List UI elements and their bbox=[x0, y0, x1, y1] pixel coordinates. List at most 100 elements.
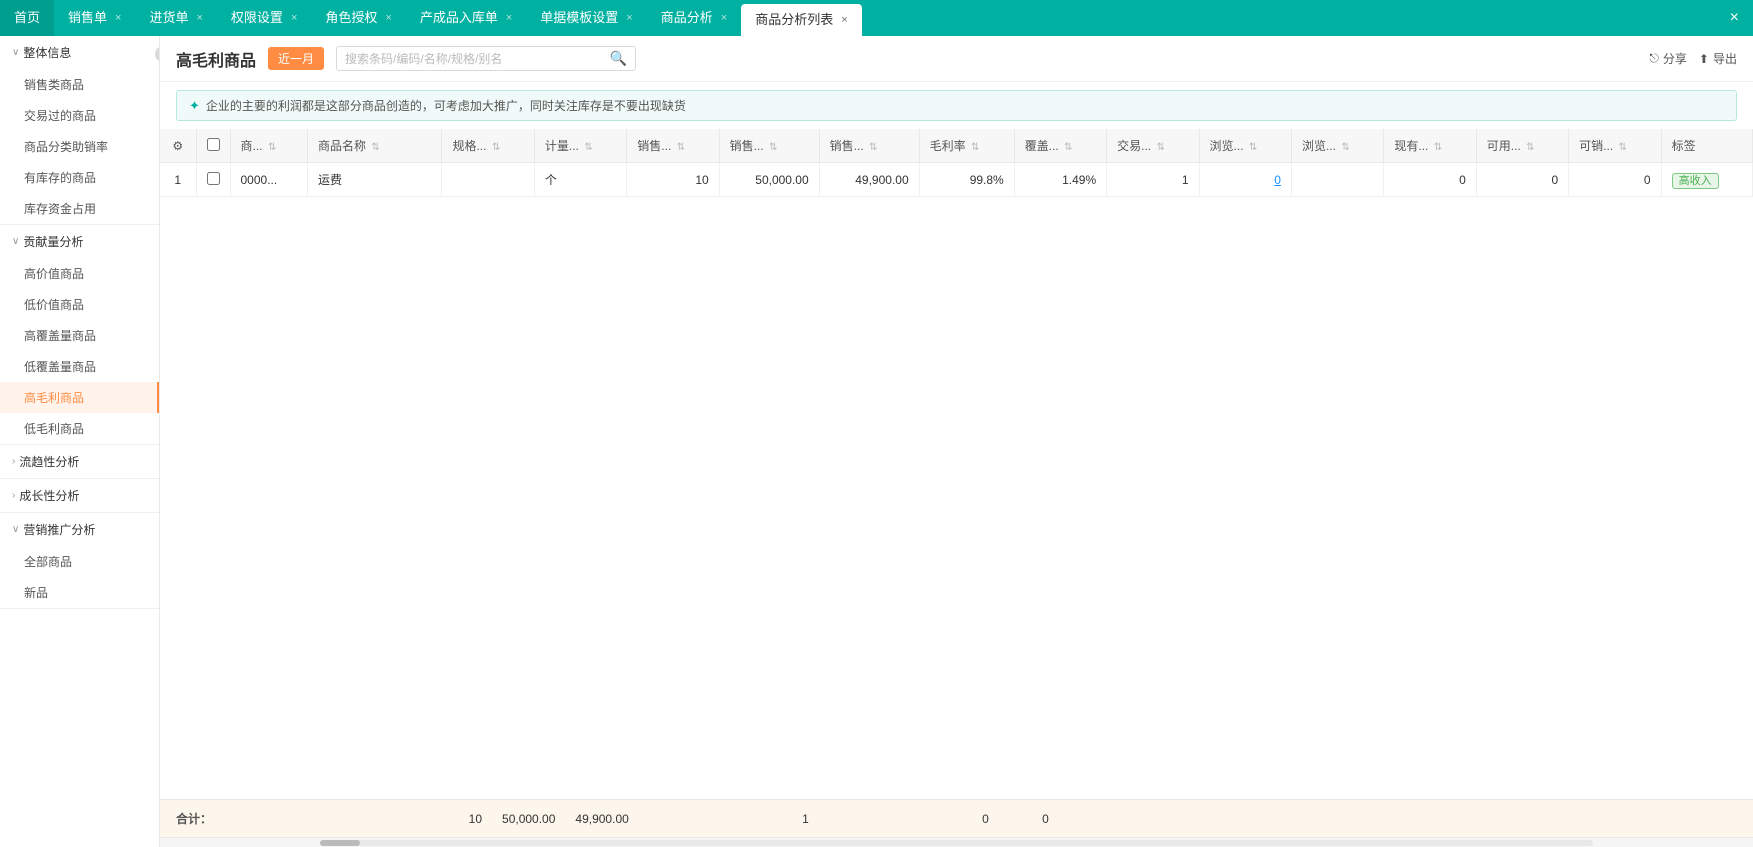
sort-icon-name: ⇅ bbox=[371, 142, 379, 153]
search-icon[interactable]: 🔍 bbox=[610, 50, 627, 67]
header-actions: ⎋ 分享 ⬆ 导出 bbox=[1649, 50, 1737, 67]
share-button[interactable]: ⎋ 分享 bbox=[1649, 50, 1687, 67]
sidebar-group-overall: ∨ 整体信息 销售类商品 交易过的商品 商品分类助销率 有库存的商品 库存资金占… bbox=[0, 36, 159, 225]
sidebar-group-trend: › 流趋性分析 bbox=[0, 445, 159, 479]
time-filter-button[interactable]: 近一月 bbox=[268, 47, 324, 70]
sidebar-group-header-contribution[interactable]: ∨ 贡献量分析 bbox=[0, 225, 159, 258]
sidebar-group-header-marketing[interactable]: ∨ 营销推广分析 bbox=[0, 513, 159, 546]
col-trade-count[interactable]: 交易... ⇅ bbox=[1107, 129, 1199, 163]
table-container[interactable]: ⚙ 商... ⇅ 商品名称 ⇅ bbox=[160, 129, 1753, 799]
nav-close-permissions[interactable]: × bbox=[291, 0, 297, 36]
nav-close-sales[interactable]: × bbox=[115, 0, 121, 36]
cell-browse2 bbox=[1291, 163, 1383, 197]
nav-item-permissions[interactable]: 权限设置 × bbox=[217, 0, 311, 36]
sidebar-item-low-value[interactable]: 低价值商品 bbox=[0, 289, 159, 320]
col-coverage[interactable]: 覆盖... ⇅ bbox=[1014, 129, 1106, 163]
nav-close-production[interactable]: × bbox=[506, 0, 512, 36]
col-tag[interactable]: 标签 bbox=[1661, 129, 1752, 163]
sidebar-item-high-value[interactable]: 高价值商品 bbox=[0, 258, 159, 289]
nav-close-analysis-list[interactable]: × bbox=[841, 4, 847, 36]
scrollbar-thumb[interactable] bbox=[320, 840, 360, 846]
col-code[interactable]: 商... ⇅ bbox=[230, 129, 308, 163]
col-sale-amount[interactable]: 销售... ⇅ bbox=[719, 129, 819, 163]
col-browse2[interactable]: 浏览... ⇅ bbox=[1291, 129, 1383, 163]
cell-checkbox bbox=[196, 163, 230, 197]
sidebar-item-low-margin[interactable]: 低毛利商品 bbox=[0, 413, 159, 444]
arrow-icon-growth: › bbox=[12, 490, 15, 501]
footer-trade-count: 1 bbox=[759, 812, 819, 826]
sort-icon-coverage: ⇅ bbox=[1064, 142, 1072, 153]
col-settings[interactable]: ⚙ bbox=[160, 129, 196, 163]
col-available-stock[interactable]: 可用... ⇅ bbox=[1476, 129, 1568, 163]
nav-close-roles[interactable]: × bbox=[385, 0, 391, 36]
sidebar-item-low-coverage[interactable]: 低覆盖量商品 bbox=[0, 351, 159, 382]
nav-close-template[interactable]: × bbox=[626, 0, 632, 36]
col-spec[interactable]: 规格... ⇅ bbox=[442, 129, 534, 163]
footer-cells: 10 50,000.00 49,900.00 1 0 0 bbox=[232, 812, 1737, 826]
col-salable-stock[interactable]: 可销... ⇅ bbox=[1569, 129, 1661, 163]
cell-trade-count: 1 bbox=[1107, 163, 1199, 197]
scrollbar-track[interactable] bbox=[320, 840, 1593, 846]
cell-coverage: 1.49% bbox=[1014, 163, 1106, 197]
cell-code: 0000... bbox=[230, 163, 308, 197]
select-all-checkbox[interactable] bbox=[207, 138, 220, 151]
footer-sale-qty: 10 bbox=[432, 812, 492, 826]
nav-item-home[interactable]: 首页 bbox=[0, 0, 54, 36]
sidebar-group-header-trend[interactable]: › 流趋性分析 bbox=[0, 445, 159, 478]
page-title: 高毛利商品 bbox=[176, 47, 256, 71]
nav-item-analysis-list[interactable]: 商品分析列表 × bbox=[741, 4, 861, 36]
sidebar-item-all-goods[interactable]: 全部商品 bbox=[0, 546, 159, 577]
cell-tag: 高收入 bbox=[1661, 163, 1752, 197]
table-row: 1 0000... 运费 bbox=[160, 163, 1753, 197]
sort-icon-browse1: ⇅ bbox=[1249, 142, 1257, 153]
nav-item-roles[interactable]: 角色授权 × bbox=[311, 0, 405, 36]
main-layout: « ∨ 整体信息 销售类商品 交易过的商品 商品分类助销率 有库存的商品 库存资… bbox=[0, 36, 1753, 847]
sort-icon-sale-qty: ⇅ bbox=[677, 142, 685, 153]
col-name[interactable]: 商品名称 ⇅ bbox=[308, 129, 442, 163]
sort-icon-spec: ⇅ bbox=[492, 142, 500, 153]
sidebar-item-new-goods[interactable]: 新品 bbox=[0, 577, 159, 608]
cell-sale-cost: 49,900.00 bbox=[819, 163, 919, 197]
col-browse1[interactable]: 浏览... ⇅ bbox=[1199, 129, 1291, 163]
nav-close-analysis[interactable]: × bbox=[721, 0, 727, 36]
browse1-link[interactable]: 0 bbox=[1274, 173, 1281, 187]
col-unit[interactable]: 计量... ⇅ bbox=[534, 129, 626, 163]
sidebar-group-marketing: ∨ 营销推广分析 全部商品 新品 bbox=[0, 513, 159, 609]
col-sale-cost[interactable]: 销售... ⇅ bbox=[819, 129, 919, 163]
col-sale-qty[interactable]: 销售... ⇅ bbox=[627, 129, 719, 163]
cell-gross-rate: 99.8% bbox=[919, 163, 1014, 197]
col-current-stock[interactable]: 现有... ⇅ bbox=[1384, 129, 1476, 163]
col-gross-rate[interactable]: 毛利率 ⇅ bbox=[919, 129, 1014, 163]
sidebar-item-category-rate[interactable]: 商品分类助销率 bbox=[0, 131, 159, 162]
search-input[interactable] bbox=[345, 52, 610, 66]
row-checkbox[interactable] bbox=[207, 172, 220, 185]
sidebar-item-high-coverage[interactable]: 高覆盖量商品 bbox=[0, 320, 159, 351]
nav-item-sales[interactable]: 销售单 × bbox=[54, 0, 135, 36]
nav-item-production[interactable]: 产成品入库单 × bbox=[406, 0, 526, 36]
sidebar-group-header-overall[interactable]: ∨ 整体信息 bbox=[0, 36, 159, 69]
sidebar-item-stock-capital[interactable]: 库存资金占用 bbox=[0, 193, 159, 224]
info-banner: ✦ 企业的主要的利润都是这部分商品创造的，可考虑加大推广，同时关注库存是不要出现… bbox=[176, 90, 1737, 121]
nav-item-purchase[interactable]: 进货单 × bbox=[135, 0, 216, 36]
cell-spec bbox=[442, 163, 534, 197]
sort-icon-current-stock: ⇅ bbox=[1434, 142, 1442, 153]
sidebar-item-traded-goods[interactable]: 交易过的商品 bbox=[0, 100, 159, 131]
nav-item-template[interactable]: 单据模板设置 × bbox=[526, 0, 646, 36]
content-area: 高毛利商品 近一月 🔍 ⎋ 分享 ⬆ 导出 ✦ 企业的主要的利润都是这部分商品创… bbox=[160, 36, 1753, 847]
footer-label: 合计： bbox=[176, 810, 212, 827]
content-header: 高毛利商品 近一月 🔍 ⎋ 分享 ⬆ 导出 bbox=[160, 36, 1753, 82]
cell-browse1: 0 bbox=[1199, 163, 1291, 197]
settings-icon[interactable]: ⚙ bbox=[172, 139, 183, 153]
sidebar-group-header-growth[interactable]: › 成长性分析 bbox=[0, 479, 159, 512]
export-button[interactable]: ⬆ 导出 bbox=[1699, 50, 1737, 67]
sort-icon-available-stock: ⇅ bbox=[1526, 142, 1534, 153]
window-close-button[interactable]: × bbox=[1716, 0, 1753, 36]
sidebar-item-sales-goods[interactable]: 销售类商品 bbox=[0, 69, 159, 100]
nav-item-analysis[interactable]: 商品分析 × bbox=[647, 0, 741, 36]
nav-close-purchase[interactable]: × bbox=[196, 0, 202, 36]
sidebar-item-high-margin[interactable]: 高毛利商品 bbox=[0, 382, 159, 413]
data-table: ⚙ 商... ⇅ 商品名称 ⇅ bbox=[160, 129, 1753, 197]
arrow-icon-marketing: ∨ bbox=[12, 524, 19, 535]
sidebar-item-stocked-goods[interactable]: 有库存的商品 bbox=[0, 162, 159, 193]
sort-icon-gross-rate: ⇅ bbox=[971, 142, 979, 153]
